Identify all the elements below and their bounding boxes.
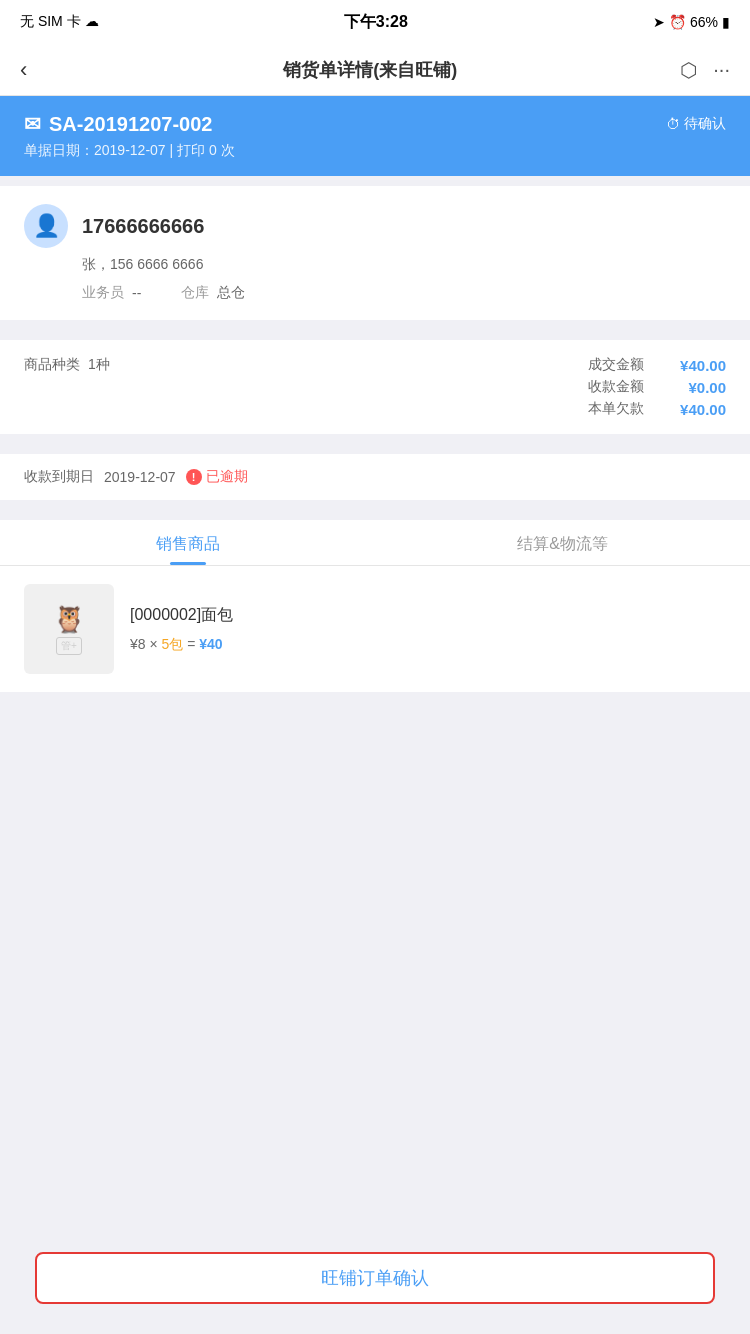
received-label: 收款金额 [574,378,644,396]
warehouse-label: 仓库 [181,284,209,302]
overdue-badge: ! 已逾期 [186,468,248,486]
sim-label: 无 SIM 卡 ☁ [20,13,99,31]
more-icon[interactable]: ··· [713,58,730,81]
owl-icon: 🦉 [53,604,85,635]
overdue-text: 已逾期 [206,468,248,486]
price-base: ¥8 × [130,636,162,652]
nav-bar: ‹ 销货单详情(来自旺铺) ⬡ ··· [0,44,750,96]
battery-icon: ▮ [722,14,730,30]
due-value: ¥40.00 [656,401,726,418]
share-icon[interactable]: ⬡ [680,58,697,82]
amount-left: 商品种类 1种 [24,356,574,374]
transaction-row: 成交金额 ¥40.00 [574,356,726,374]
order-date: 单据日期：2019-12-07 | 打印 0 次 [24,142,726,160]
product-info: [0000002]面包 ¥8 × 5包 = ¥40 [130,605,726,654]
tab-settlement[interactable]: 结算&物流等 [375,520,750,565]
alarm-icon: ⏰ [669,14,686,30]
amount-right: 成交金额 ¥40.00 收款金额 ¥0.00 本单欠款 ¥40.00 [574,356,726,418]
product-price: ¥8 × 5包 = ¥40 [130,636,726,654]
customer-name: 张，156 6666 6666 [82,256,726,274]
order-header: ✉ SA-20191207-002 ⏱ 待确认 单据日期：2019-12-07 … [0,96,750,176]
divider-3 [0,444,750,454]
confirm-button-wrap: 旺铺订单确认 [35,1252,715,1304]
status-left: 无 SIM 卡 ☁ [20,13,99,31]
due-date-label: 收款到期日 [24,468,94,486]
received-value: ¥0.00 [656,379,726,396]
product-types: 商品种类 1种 [24,356,110,374]
brand-tag: 管+ [56,637,82,655]
due-row: 本单欠款 ¥40.00 [574,400,726,418]
product-qty: 5包 [162,636,184,652]
received-row: 收款金额 ¥0.00 [574,378,726,396]
due-label: 本单欠款 [574,400,644,418]
product-types-label: 商品种类 [24,356,80,374]
warehouse-value: 总仓 [217,284,245,302]
salesperson-value: -- [132,285,141,301]
status-right: ➤ ⏰ 66% ▮ [653,14,730,30]
product-types-value: 1种 [88,356,110,374]
due-section: 收款到期日 2019-12-07 ! 已逾期 [0,454,750,500]
customer-section: 👤 17666666666 张，156 6666 6666 业务员 -- 仓库 … [0,186,750,320]
nav-actions: ⬡ ··· [680,58,730,82]
product-item: 🦉 管+ [0000002]面包 ¥8 × 5包 = ¥40 [0,566,750,692]
tabs-row: 销售商品 结算&物流等 [0,520,750,566]
location-icon: ➤ [653,14,665,30]
page-title: 销货单详情(来自旺铺) [283,58,457,82]
warehouse-item: 仓库 总仓 [181,284,245,302]
divider-2 [0,330,750,340]
amount-section: 商品种类 1种 成交金额 ¥40.00 收款金额 ¥0.00 本单欠款 ¥40.… [0,340,750,434]
overdue-icon: ! [186,469,202,485]
person-icon: 👤 [33,213,60,239]
email-icon: ✉ [24,112,41,136]
avatar: 👤 [24,204,68,248]
transaction-value: ¥40.00 [656,357,726,374]
customer-phone: 17666666666 [82,215,204,238]
due-date-value: 2019-12-07 [104,469,176,485]
bottom-area [0,692,750,972]
transaction-label: 成交金额 [574,356,644,374]
battery-label: 66% [690,14,718,30]
clock-icon: ⏱ [666,116,680,132]
equals-sign: = [183,636,199,652]
status-time: 下午3:28 [344,12,408,33]
confirm-order-button[interactable]: 旺铺订单确认 [35,1252,715,1304]
divider-1 [0,176,750,186]
order-status: ⏱ 待确认 [666,115,726,133]
tabs-section: 销售商品 结算&物流等 🦉 管+ [0000002]面包 ¥8 × 5包 = ¥… [0,520,750,692]
salesperson-label: 业务员 [82,284,124,302]
order-id: ✉ SA-20191207-002 [24,112,212,136]
back-button[interactable]: ‹ [20,57,60,83]
product-thumbnail: 🦉 管+ [24,584,114,674]
divider-4 [0,510,750,520]
salesperson-item: 业务员 -- [82,284,141,302]
customer-meta: 业务员 -- 仓库 总仓 [82,284,726,302]
product-name: [0000002]面包 [130,605,726,626]
status-bar: 无 SIM 卡 ☁ 下午3:28 ➤ ⏰ 66% ▮ [0,0,750,44]
tab-sales-products[interactable]: 销售商品 [0,520,375,565]
product-total: ¥40 [199,636,222,652]
